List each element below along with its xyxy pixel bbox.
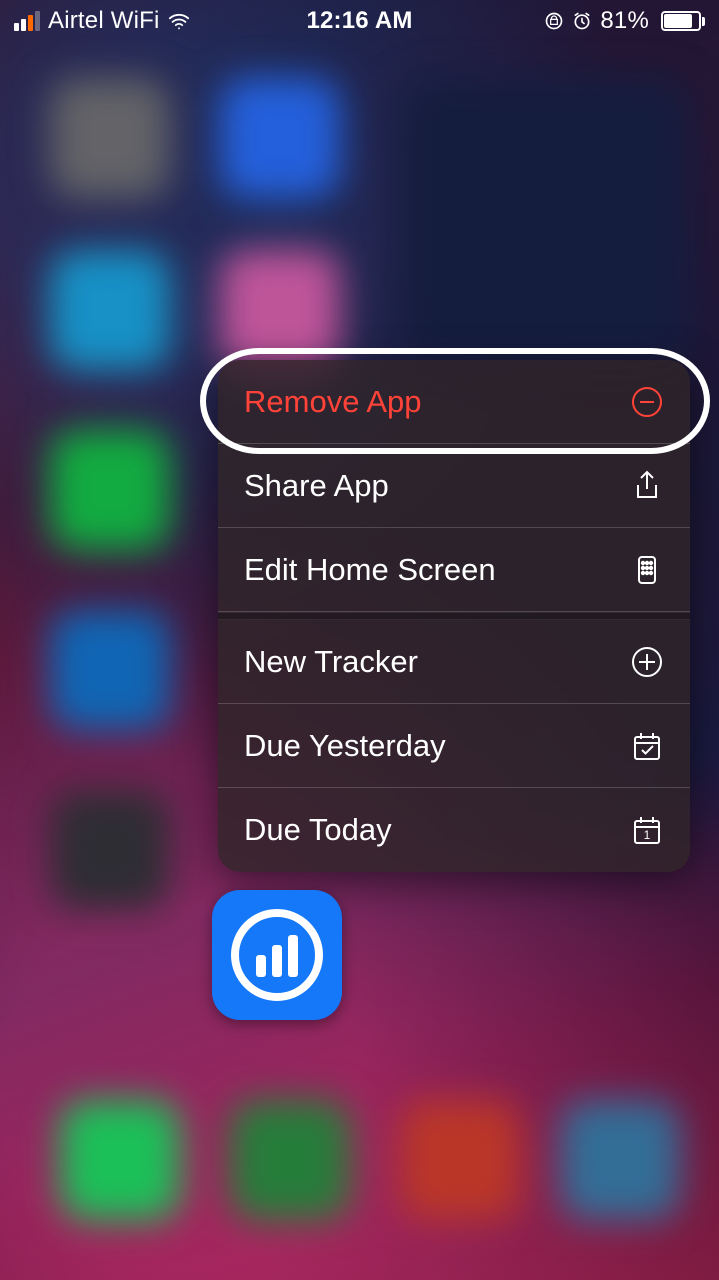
share-app-item[interactable]: Share App [218, 444, 690, 528]
share-icon [630, 469, 664, 503]
menu-item-label: Remove App [244, 384, 422, 420]
carrier-label: Airtel WiFi [48, 7, 160, 35]
menu-item-label: Share App [244, 468, 389, 504]
chart-icon [231, 909, 323, 1001]
rotation-lock-icon [544, 11, 564, 31]
battery-icon [657, 11, 705, 31]
context-menu: Remove App Share App Edit Home Screen Ne… [218, 360, 690, 872]
signal-icon [14, 11, 40, 31]
menu-item-label: Due Yesterday [244, 728, 446, 764]
clock: 12:16 AM [306, 7, 412, 35]
menu-item-label: New Tracker [244, 644, 418, 680]
tracker-app-icon[interactable] [212, 890, 342, 1020]
remove-circle-icon [630, 385, 664, 419]
status-right: 81% [544, 7, 705, 35]
due-today-item[interactable]: Due Today 1 [218, 788, 690, 872]
calendar-check-icon [630, 729, 664, 763]
apps-grid-icon [630, 553, 664, 587]
plus-circle-icon [630, 645, 664, 679]
status-bar: Airtel WiFi 12:16 AM 81% [0, 0, 719, 42]
svg-text:1: 1 [644, 828, 651, 842]
edit-home-screen-item[interactable]: Edit Home Screen [218, 528, 690, 612]
calendar-today-icon: 1 [630, 813, 664, 847]
new-tracker-item[interactable]: New Tracker [218, 620, 690, 704]
wifi-icon [168, 10, 190, 32]
remove-app-item[interactable]: Remove App [218, 360, 690, 444]
status-left: Airtel WiFi [14, 7, 190, 35]
menu-separator [218, 612, 690, 620]
menu-item-label: Due Today [244, 812, 392, 848]
battery-percent: 81% [600, 7, 649, 35]
menu-item-label: Edit Home Screen [244, 552, 496, 588]
alarm-icon [572, 11, 592, 31]
due-yesterday-item[interactable]: Due Yesterday [218, 704, 690, 788]
